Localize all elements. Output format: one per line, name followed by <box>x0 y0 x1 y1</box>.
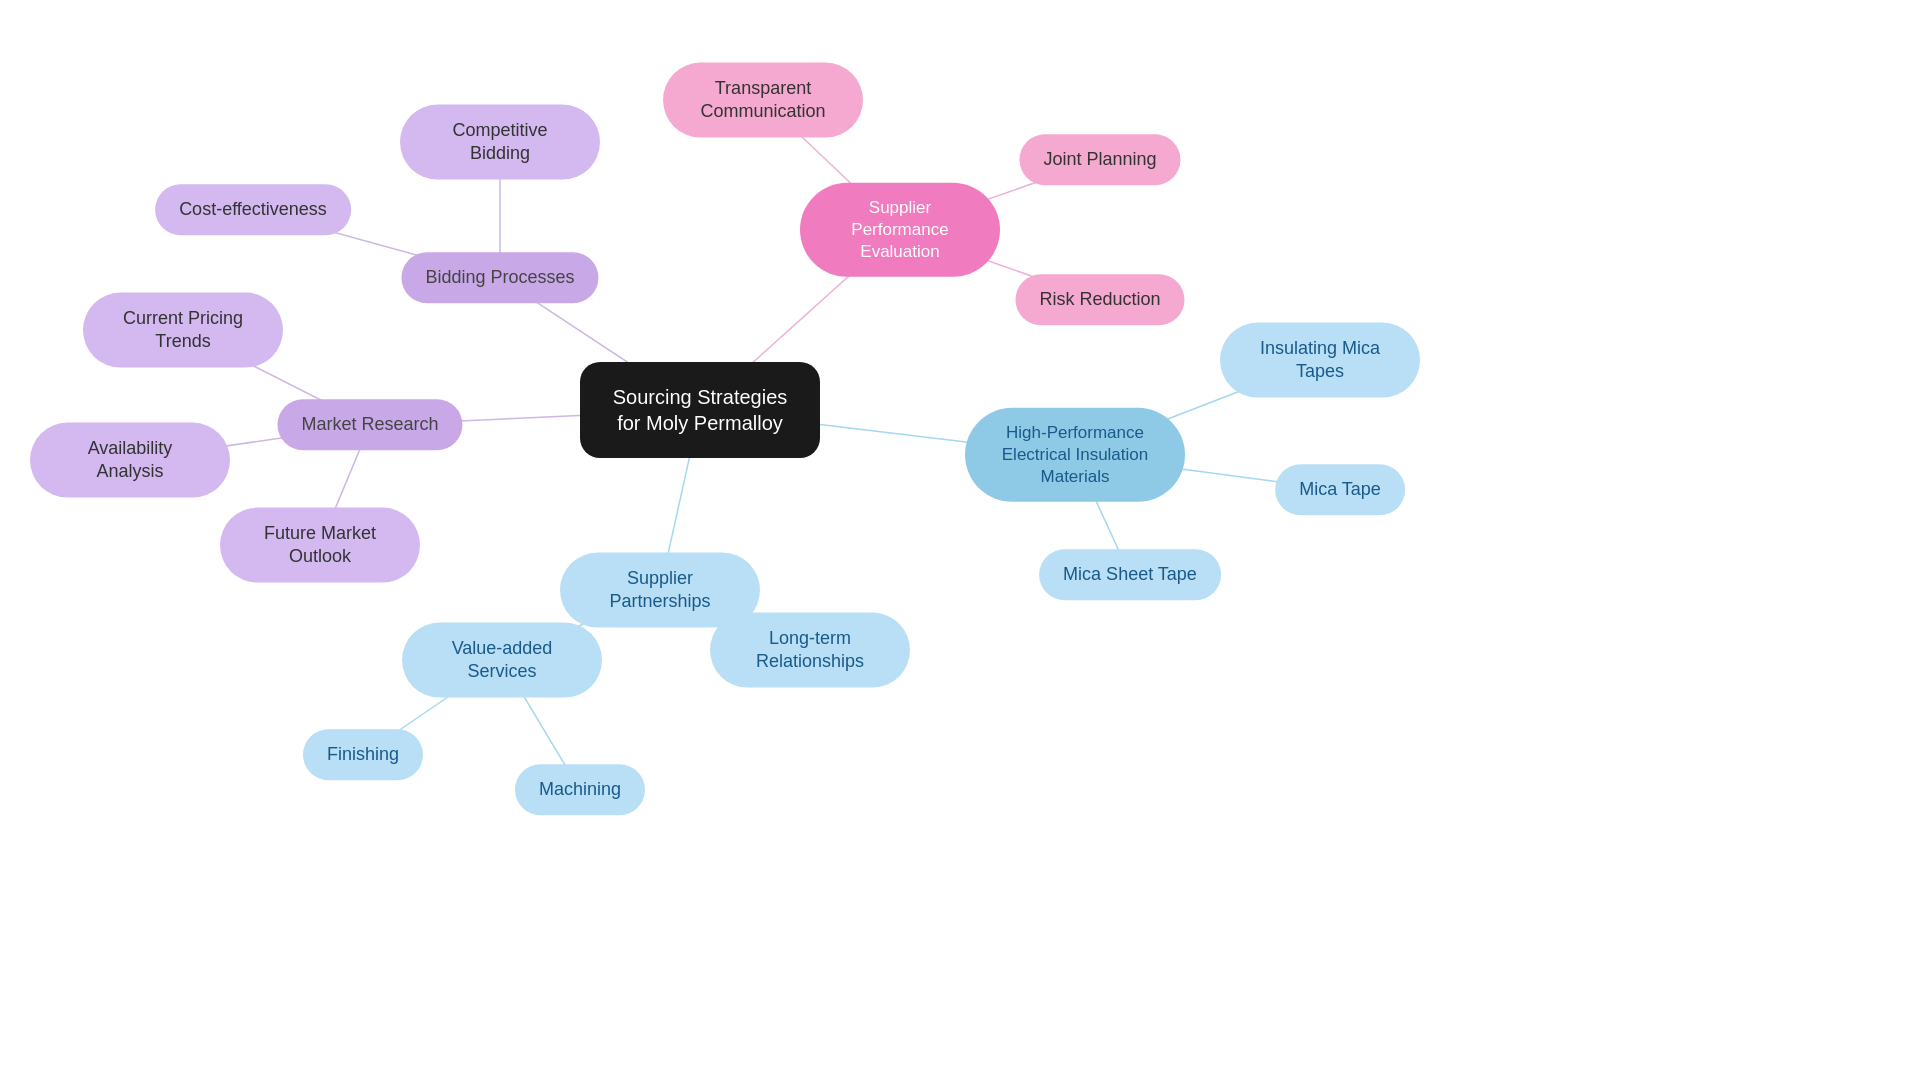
node-insulating-mica[interactable]: Insulating Mica Tapes <box>1220 323 1420 398</box>
node-transparent-communication[interactable]: Transparent Communication <box>663 63 863 138</box>
node-current-pricing[interactable]: Current Pricing Trends <box>83 293 283 368</box>
node-risk-reduction[interactable]: Risk Reduction <box>1015 274 1184 325</box>
node-availability-analysis[interactable]: Availability Analysis <box>30 423 230 498</box>
node-bidding-processes[interactable]: Bidding Processes <box>401 252 598 303</box>
node-supplier-performance[interactable]: Supplier Performance Evaluation <box>800 183 1000 277</box>
node-future-market[interactable]: Future Market Outlook <box>220 508 420 583</box>
node-long-term[interactable]: Long-term Relationships <box>710 613 910 688</box>
node-competitive-bidding[interactable]: Competitive Bidding <box>400 105 600 180</box>
node-cost-effectiveness[interactable]: Cost-effectiveness <box>155 184 351 235</box>
node-value-added[interactable]: Value-added Services <box>402 623 602 698</box>
node-market-research[interactable]: Market Research <box>277 399 462 450</box>
mindmap-container: Sourcing Strategies for Moly Permalloy Co… <box>0 0 1920 1083</box>
node-hp-insulation[interactable]: High-Performance Electrical Insulation M… <box>965 408 1185 502</box>
node-finishing[interactable]: Finishing <box>303 729 423 780</box>
center-node: Sourcing Strategies for Moly Permalloy <box>580 362 820 458</box>
node-machining[interactable]: Machining <box>515 764 645 815</box>
node-mica-tape[interactable]: Mica Tape <box>1275 464 1405 515</box>
node-mica-sheet[interactable]: Mica Sheet Tape <box>1039 549 1221 600</box>
node-joint-planning[interactable]: Joint Planning <box>1019 134 1180 185</box>
